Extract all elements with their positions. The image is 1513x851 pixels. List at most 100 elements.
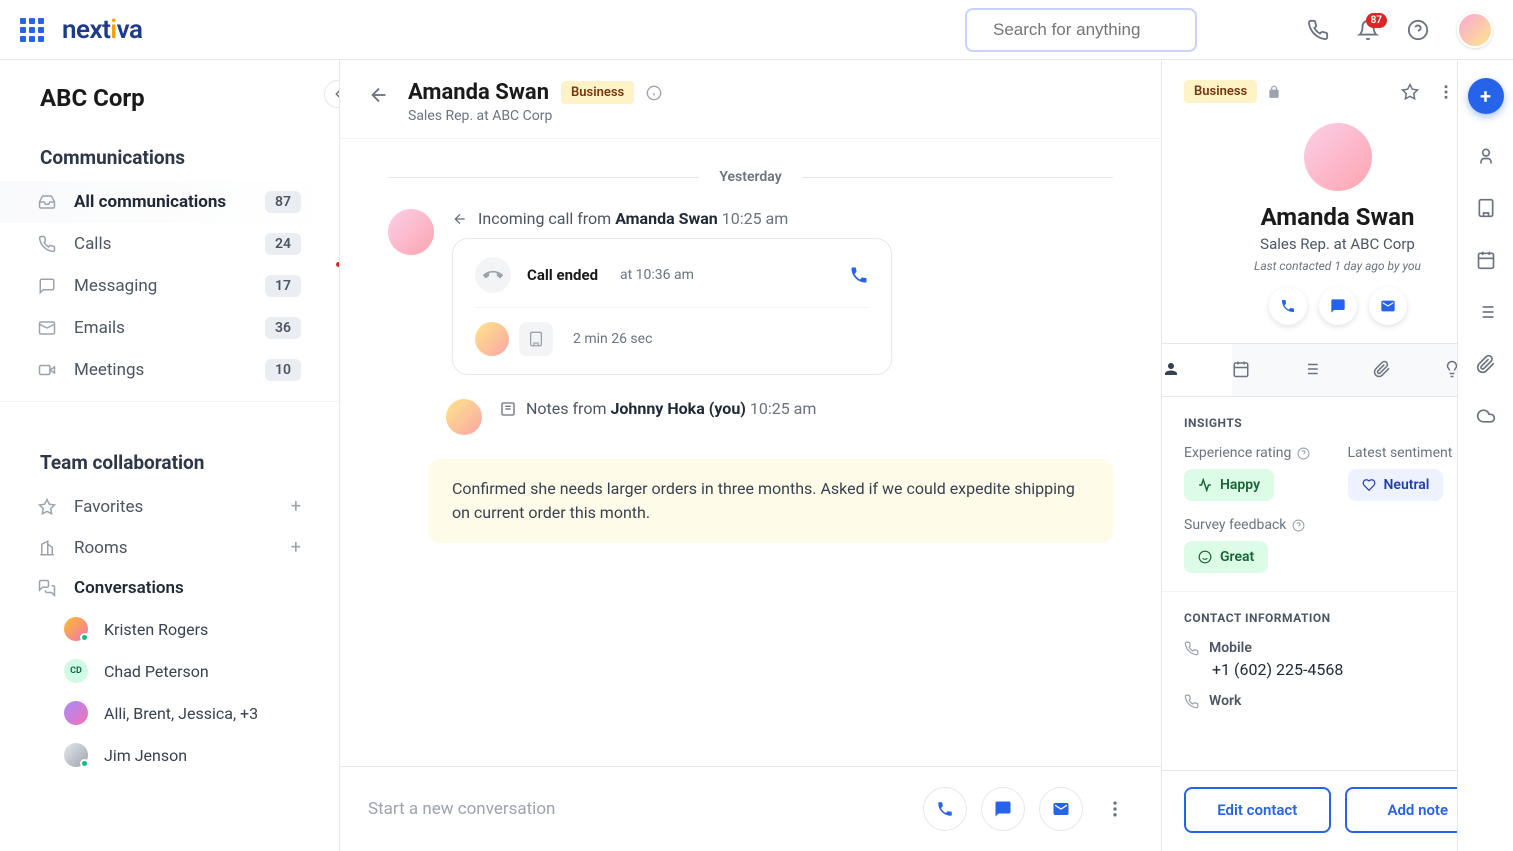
- tab-attachments[interactable]: [1373, 344, 1443, 396]
- survey-value: Great: [1184, 541, 1268, 573]
- more-button[interactable]: [1437, 83, 1455, 101]
- inbox-icon: [38, 193, 58, 211]
- composer-more-button[interactable]: [1097, 791, 1133, 827]
- contact-subtitle: Sales Rep. at ABC Corp: [408, 108, 662, 124]
- call-back-button[interactable]: [849, 265, 869, 285]
- composer-call-button[interactable]: [923, 787, 967, 831]
- tab-profile[interactable]: [1162, 344, 1232, 396]
- right-rail: +: [1457, 60, 1513, 851]
- add-icon[interactable]: +: [291, 496, 301, 517]
- rail-tasks-icon[interactable]: [1476, 302, 1496, 322]
- composer[interactable]: Start a new conversation: [340, 766, 1161, 851]
- mobile-value: +1 (602) 225-4568: [1212, 660, 1491, 679]
- phone-icon: [1184, 641, 1199, 656]
- date-divider: Yesterday: [388, 169, 1113, 185]
- mobile-label: Mobile: [1184, 640, 1491, 656]
- sentiment-value: Neutral: [1348, 469, 1444, 501]
- star-button[interactable]: [1401, 83, 1419, 101]
- avatar: [64, 617, 88, 641]
- tab-tasks[interactable]: [1302, 344, 1372, 396]
- sidebar-item-messaging[interactable]: Messaging 17: [0, 265, 339, 307]
- sidebar-item-conversations[interactable]: Conversations: [0, 568, 339, 608]
- header-avatar[interactable]: [1457, 12, 1493, 48]
- business-tag: Business: [561, 81, 634, 104]
- workspace-title: ABC Corp: [0, 84, 339, 136]
- note-body: Confirmed she needs larger orders in thr…: [428, 459, 1113, 543]
- edit-contact-button[interactable]: Edit contact: [1184, 787, 1331, 833]
- add-icon[interactable]: +: [291, 537, 301, 558]
- app-grid-icon[interactable]: [20, 18, 44, 42]
- info-icon[interactable]: [646, 85, 662, 101]
- search-input[interactable]: [993, 20, 1214, 40]
- collaboration-heading: Team collaboration: [0, 441, 339, 486]
- sidebar-label: Favorites: [74, 497, 143, 517]
- rail-cloud-icon[interactable]: [1476, 406, 1496, 426]
- call-button[interactable]: [1269, 287, 1307, 325]
- sidebar-count: 10: [265, 359, 301, 381]
- conversation-name: Chad Peterson: [104, 662, 209, 681]
- sidebar-item-emails[interactable]: Emails 36: [0, 307, 339, 349]
- sidebar: ABC Corp Communications All communicatio…: [0, 60, 340, 851]
- header-help-icon[interactable]: [1407, 19, 1429, 41]
- composer-sms-button[interactable]: [981, 787, 1025, 831]
- sidebar-label: All communications: [74, 192, 226, 212]
- email-button[interactable]: [1369, 287, 1407, 325]
- business-tag: Business: [1184, 80, 1257, 103]
- note-event-header: Notes from Johnny Hoka (you) 10:25 am: [500, 399, 1113, 418]
- phone-icon: [38, 235, 58, 253]
- sidebar-item-meetings[interactable]: Meetings 10: [0, 349, 339, 391]
- experience-label: Experience rating: [1184, 445, 1328, 461]
- sidebar-item-calls[interactable]: Calls 24: [0, 223, 339, 265]
- lock-icon: [1267, 85, 1281, 99]
- avatar: [64, 743, 88, 767]
- search-box[interactable]: [965, 8, 1197, 52]
- message-button[interactable]: [1319, 287, 1357, 325]
- brand-logo: nextiva: [62, 15, 142, 45]
- tab-calendar[interactable]: [1232, 344, 1302, 396]
- chevron-left-icon: [331, 87, 340, 101]
- conversation-item[interactable]: CD Chad Peterson: [0, 650, 339, 692]
- last-contacted: Last contacted 1 day ago by you: [1184, 259, 1491, 273]
- header-bell-icon[interactable]: 87: [1357, 19, 1379, 41]
- conversation-item[interactable]: Jim Jenson: [0, 734, 339, 776]
- back-button[interactable]: [368, 80, 390, 106]
- email-icon: [38, 319, 58, 337]
- date-label: Yesterday: [719, 169, 781, 185]
- header-phone-icon[interactable]: [1307, 19, 1329, 41]
- participant-avatar: [475, 322, 509, 356]
- contact-name: Amanda Swan: [1184, 203, 1491, 231]
- conversation-panel: Amanda Swan Business Sales Rep. at ABC C…: [340, 60, 1161, 851]
- rail-profile-icon[interactable]: [1476, 146, 1496, 166]
- avatar: [64, 701, 88, 725]
- call-status: Call ended: [527, 266, 598, 284]
- indicator-dot: [336, 262, 340, 267]
- sidebar-item-favorites[interactable]: Favorites +: [0, 486, 339, 527]
- building-icon: [519, 322, 553, 356]
- note-icon: [500, 401, 516, 417]
- contact-avatar: [388, 209, 434, 255]
- conversation-item[interactable]: Kristen Rogers: [0, 608, 339, 650]
- chat-icon: [38, 579, 58, 597]
- phone-icon: [1184, 694, 1199, 709]
- rail-attachment-icon[interactable]: [1476, 354, 1496, 374]
- rail-calendar-icon[interactable]: [1476, 250, 1496, 270]
- contact-role: Sales Rep. at ABC Corp: [1184, 235, 1491, 253]
- sidebar-count: 87: [265, 191, 301, 213]
- work-label: Work: [1184, 693, 1491, 709]
- sidebar-count: 24: [265, 233, 301, 255]
- rail-building-icon[interactable]: [1476, 198, 1496, 218]
- conversation-name: Kristen Rogers: [104, 620, 208, 639]
- arrow-left-icon: [452, 211, 468, 227]
- message-icon: [38, 277, 58, 295]
- composer-placeholder: Start a new conversation: [368, 799, 909, 819]
- composer-email-button[interactable]: [1039, 787, 1083, 831]
- sidebar-item-rooms[interactable]: Rooms +: [0, 527, 339, 568]
- compose-fab[interactable]: +: [1468, 78, 1504, 114]
- sidebar-count: 36: [265, 317, 301, 339]
- sidebar-item-all-communications[interactable]: All communications 87: [0, 181, 339, 223]
- author-avatar: [446, 399, 482, 435]
- contact-info-heading: Contact Information: [1184, 611, 1331, 625]
- conversation-item[interactable]: Alli, Brent, Jessica, +3: [0, 692, 339, 734]
- call-duration: 2 min 26 sec: [573, 331, 652, 347]
- conversation-name: Jim Jenson: [104, 746, 187, 765]
